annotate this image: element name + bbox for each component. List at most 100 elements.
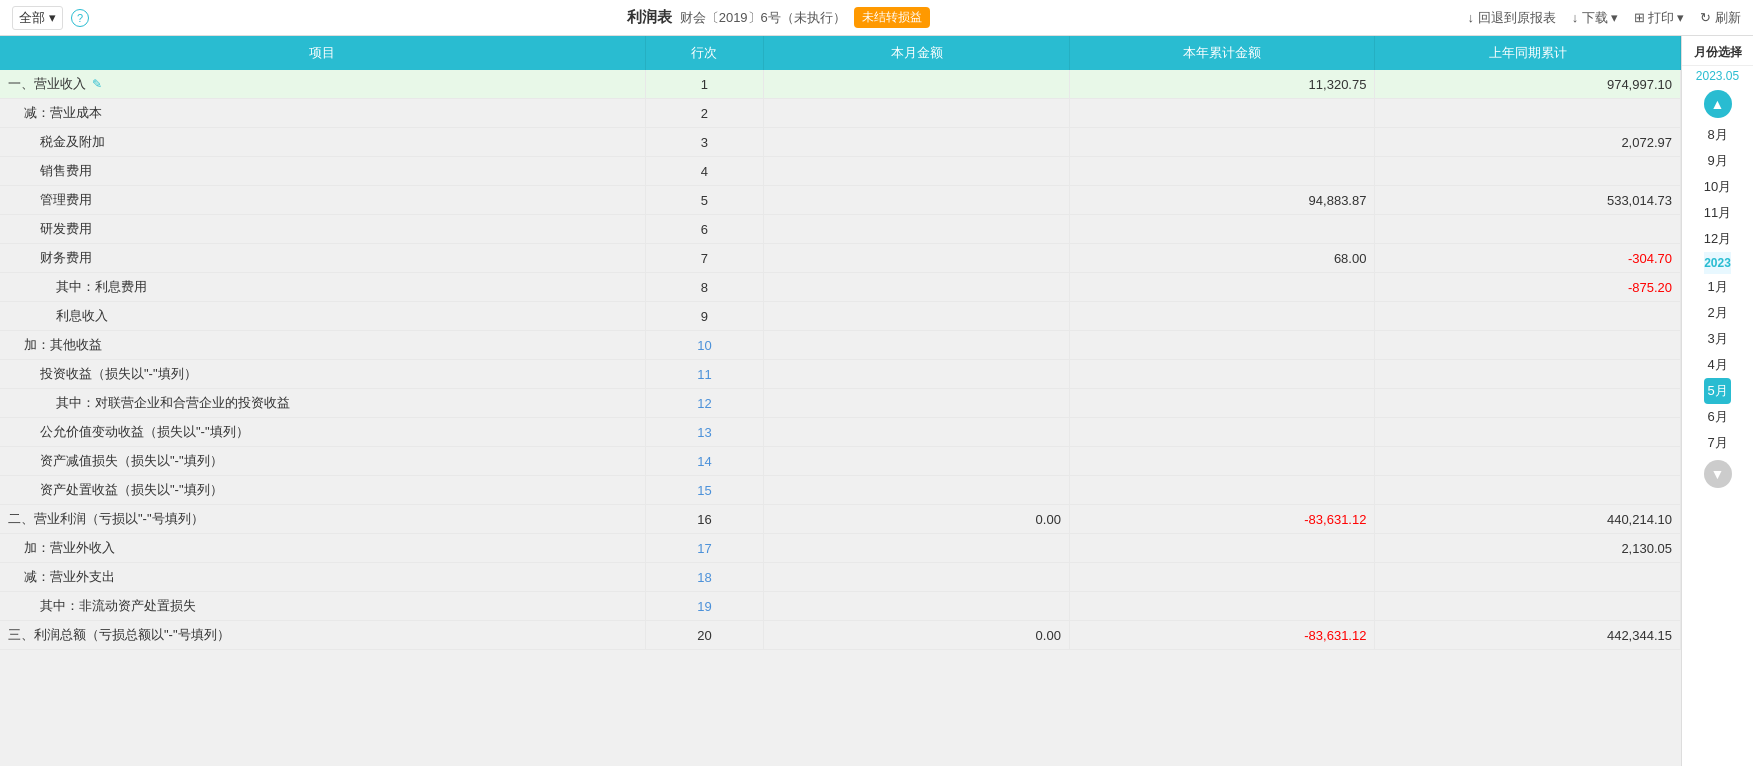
cell-prev-amount [1375, 99, 1681, 128]
item-label: 税金及附加 [40, 134, 105, 149]
status-badge: 未结转损益 [854, 7, 930, 28]
help-icon[interactable]: ? [71, 9, 89, 27]
item-label: 资产处置收益（损失以"-"填列） [40, 482, 223, 497]
sidebar-month-item[interactable]: 10月 [1704, 174, 1731, 200]
cell-item: 财务费用 [0, 244, 645, 273]
sidebar-month-item[interactable]: 11月 [1704, 200, 1731, 226]
cell-month-amount [764, 476, 1070, 505]
cell-month-amount: 0.00 [764, 621, 1070, 650]
cell-row-num: 5 [645, 186, 764, 215]
cell-ytd-amount [1069, 360, 1375, 389]
print-button[interactable]: ⊞ 打印 ▾ [1634, 9, 1685, 27]
item-label: 减：营业外支出 [24, 569, 115, 584]
cell-prev-amount: 440,214.10 [1375, 505, 1681, 534]
sidebar-title: 月份选择 [1682, 40, 1753, 66]
cell-month-amount [764, 70, 1070, 99]
cell-ytd-amount [1069, 534, 1375, 563]
download-button[interactable]: ↓ 下载 ▾ [1572, 9, 1618, 27]
cell-ytd-amount [1069, 563, 1375, 592]
table-row: 减：营业成本2 [0, 99, 1681, 128]
item-label: 资产减值损失（损失以"-"填列） [40, 453, 223, 468]
cell-prev-amount [1375, 592, 1681, 621]
top-bar-left: 全部 ▾ ? [12, 6, 89, 30]
table-row: 研发费用6 [0, 215, 1681, 244]
item-label: 减：营业成本 [24, 105, 102, 120]
sidebar-month-item[interactable]: 4月 [1704, 352, 1731, 378]
cell-row-num: 10 [645, 331, 764, 360]
prev-arrow[interactable]: ▲ [1704, 90, 1732, 118]
sidebar-month-item[interactable]: 8月 [1704, 122, 1731, 148]
sidebar-month-item[interactable]: 7月 [1704, 430, 1731, 456]
table-row: 税金及附加32,072.97 [0, 128, 1681, 157]
sidebar-month-item[interactable]: 9月 [1704, 148, 1731, 174]
sidebar-month-item[interactable]: 3月 [1704, 326, 1731, 352]
cell-prev-amount [1375, 360, 1681, 389]
cell-ytd-amount [1069, 476, 1375, 505]
cell-month-amount [764, 418, 1070, 447]
table-row: 一、营业收入✎111,320.75974,997.10 [0, 70, 1681, 99]
sidebar: 月份选择 2023.05 ▲ 8月9月10月11月12月20231月2月3月4月… [1681, 36, 1753, 766]
cell-ytd-amount [1069, 447, 1375, 476]
cell-item: 投资收益（损失以"-"填列） [0, 360, 645, 389]
sidebar-month-item[interactable]: 6月 [1704, 404, 1731, 430]
cell-month-amount: 0.00 [764, 505, 1070, 534]
cell-ytd-amount: -83,631.12 [1069, 505, 1375, 534]
cell-item: 三、利润总额（亏损总额以"-"号填列） [0, 621, 645, 650]
table-row: 公允价值变动收益（损失以"-"填列）13 [0, 418, 1681, 447]
edit-icon[interactable]: ✎ [92, 77, 102, 91]
col-item-header: 项目 [0, 36, 645, 70]
sidebar-month-item[interactable]: 5月 [1704, 378, 1731, 404]
cell-ytd-amount [1069, 128, 1375, 157]
cell-month-amount [764, 215, 1070, 244]
table-row: 资产减值损失（损失以"-"填列）14 [0, 447, 1681, 476]
table-row: 二、营业利润（亏损以"-"号填列）160.00-83,631.12440,214… [0, 505, 1681, 534]
cell-month-amount [764, 360, 1070, 389]
item-label: 一、营业收入 [8, 76, 86, 91]
cell-ytd-amount: 94,883.87 [1069, 186, 1375, 215]
table-row: 资产处置收益（损失以"-"填列）15 [0, 476, 1681, 505]
table-row: 三、利润总额（亏损总额以"-"号填列）200.00-83,631.12442,3… [0, 621, 1681, 650]
sidebar-month-item[interactable]: 12月 [1704, 226, 1731, 252]
col-month-header: 本月金额 [764, 36, 1070, 70]
scope-label: 全部 [19, 9, 45, 27]
cell-month-amount [764, 186, 1070, 215]
sidebar-month-item[interactable]: 1月 [1704, 274, 1731, 300]
sidebar-month-item[interactable]: 2023 [1704, 252, 1731, 274]
back-button[interactable]: ↓ 回退到原报表 [1468, 9, 1556, 27]
cell-ytd-amount [1069, 331, 1375, 360]
cell-ytd-amount [1069, 418, 1375, 447]
refresh-button[interactable]: ↻ 刷新 [1700, 9, 1741, 27]
item-label: 财务费用 [40, 250, 92, 265]
cell-ytd-amount [1069, 273, 1375, 302]
cell-prev-amount [1375, 331, 1681, 360]
cell-prev-amount [1375, 157, 1681, 186]
cell-item: 加：营业外收入 [0, 534, 645, 563]
table-row: 管理费用 5 94,883.87533,014.73 [0, 186, 1681, 215]
cell-item: 资产处置收益（损失以"-"填列） [0, 476, 645, 505]
item-label: 投资收益（损失以"-"填列） [40, 366, 197, 381]
cell-row-num: 3 [645, 128, 764, 157]
sidebar-month-item[interactable]: 2月 [1704, 300, 1731, 326]
cell-prev-amount [1375, 563, 1681, 592]
table-row: 其中：对联营企业和合营企业的投资收益12 [0, 389, 1681, 418]
cell-row-num: 18 [645, 563, 764, 592]
next-arrow[interactable]: ▼ [1704, 460, 1732, 488]
cell-row-num: 11 [645, 360, 764, 389]
table-body: 一、营业收入✎111,320.75974,997.10减：营业成本2税金及附加3… [0, 70, 1681, 650]
table-area: 项目 行次 本月金额 本年累计金额 上年同期累计 一、营业收入✎111,320.… [0, 36, 1681, 766]
cell-month-amount [764, 273, 1070, 302]
cell-item: 管理费用 [0, 186, 645, 215]
cell-ytd-amount [1069, 592, 1375, 621]
cell-prev-amount: 533,014.73 [1375, 186, 1681, 215]
cell-item: 其中：非流动资产处置损失 [0, 592, 645, 621]
item-label: 其中：对联营企业和合营企业的投资收益 [56, 395, 290, 410]
scope-select[interactable]: 全部 ▾ [12, 6, 63, 30]
cell-ytd-amount [1069, 389, 1375, 418]
table-row: 销售费用4 [0, 157, 1681, 186]
item-label: 二、营业利润（亏损以"-"号填列） [8, 511, 204, 526]
item-label: 其中：利息费用 [56, 279, 147, 294]
col-prev-header: 上年同期累计 [1375, 36, 1681, 70]
cell-ytd-amount [1069, 157, 1375, 186]
cell-row-num: 19 [645, 592, 764, 621]
item-label: 管理费用 [40, 192, 92, 207]
